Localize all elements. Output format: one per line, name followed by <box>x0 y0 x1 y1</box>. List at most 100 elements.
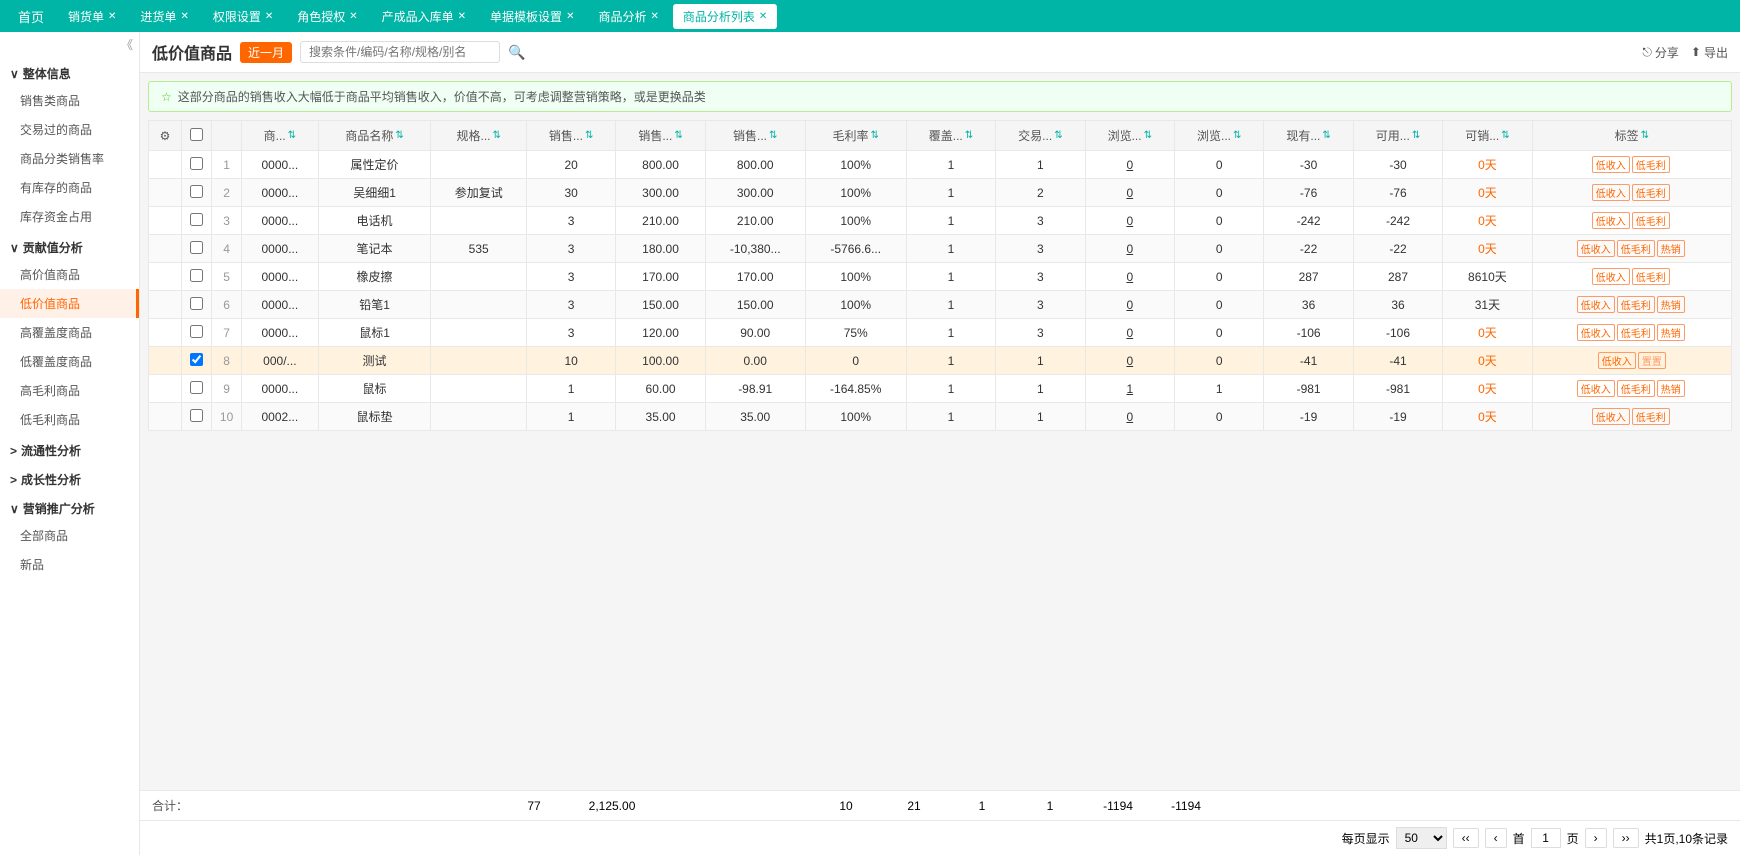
cell-checkbox[interactable] <box>182 235 212 263</box>
sidebar-item-new-products[interactable]: 新品 <box>0 550 139 579</box>
row-checkbox[interactable] <box>190 409 203 422</box>
sidebar-group-contribution[interactable]: ∨ 贡献值分析 <box>0 231 139 260</box>
sidebar-item-stocked-products[interactable]: 有库存的商品 <box>0 173 139 202</box>
row-checkbox[interactable] <box>190 325 203 338</box>
nav-product-analysis[interactable]: 商品分析 ✕ <box>588 4 668 29</box>
nav-close-icon[interactable]: ✕ <box>349 11 357 22</box>
nav-close-icon[interactable]: ✕ <box>265 11 273 22</box>
col-sales-amount[interactable]: 销售...⇅ <box>616 121 705 151</box>
search-input[interactable] <box>300 41 500 63</box>
row-checkbox[interactable] <box>190 297 203 310</box>
nav-permission[interactable]: 权限设置 ✕ <box>203 4 283 29</box>
cell-checkbox[interactable] <box>182 179 212 207</box>
browse1-link[interactable]: 0 <box>1126 410 1133 424</box>
cell-browse1[interactable]: 0 <box>1085 235 1174 263</box>
period-badge[interactable]: 近一月 <box>240 42 292 63</box>
export-button[interactable]: ⬆ 导出 <box>1691 44 1728 61</box>
per-page-select[interactable]: 50 100 <box>1396 827 1447 849</box>
browse1-link[interactable]: 0 <box>1126 214 1133 228</box>
table-container[interactable]: ⚙ 商...⇅ 商品名称⇅ 规 <box>140 120 1740 790</box>
sidebar-group-general[interactable]: ∨ 整体信息 <box>0 57 139 86</box>
row-checkbox[interactable] <box>190 157 203 170</box>
cell-browse1[interactable]: 0 <box>1085 151 1174 179</box>
col-code[interactable]: 商...⇅ <box>242 121 319 151</box>
sidebar-item-traded-products[interactable]: 交易过的商品 <box>0 115 139 144</box>
cell-checkbox[interactable] <box>182 375 212 403</box>
col-transaction[interactable]: 交易...⇅ <box>996 121 1085 151</box>
sidebar-group-growth[interactable]: > 成长性分析 <box>0 463 139 492</box>
row-checkbox[interactable] <box>190 381 203 394</box>
sidebar-item-sales-products[interactable]: 销售类商品 <box>0 86 139 115</box>
share-button[interactable]: ⎋ 分享 <box>1642 44 1679 61</box>
page-input[interactable] <box>1531 828 1561 848</box>
sidebar-item-inventory-capital[interactable]: 库存资金占用 <box>0 202 139 231</box>
select-all-checkbox[interactable] <box>190 128 203 141</box>
cell-checkbox[interactable] <box>182 403 212 431</box>
sidebar-collapse-btn[interactable]: 《 <box>0 32 139 57</box>
row-checkbox[interactable] <box>190 213 203 226</box>
sidebar-group-circulation[interactable]: > 流通性分析 <box>0 434 139 463</box>
nav-product-warehouse[interactable]: 产成品入库单 ✕ <box>372 4 476 29</box>
sidebar-item-category-sales[interactable]: 商品分类销售率 <box>0 144 139 173</box>
sidebar-group-marketing[interactable]: ∨ 营销推广分析 <box>0 492 139 521</box>
nav-close-icon[interactable]: ✕ <box>180 11 188 22</box>
nav-home[interactable]: 首页 <box>8 3 54 30</box>
cell-checkbox[interactable] <box>182 291 212 319</box>
col-gross-margin[interactable]: 毛利率⇅ <box>805 121 906 151</box>
sidebar-item-low-value[interactable]: 低价值商品 <box>0 289 139 318</box>
nav-close-icon[interactable]: ✕ <box>108 11 116 22</box>
search-icon[interactable]: 🔍 <box>508 44 525 61</box>
row-checkbox[interactable] <box>190 353 203 366</box>
nav-product-analysis-list[interactable]: 商品分析列表 ✕ <box>673 4 777 29</box>
col-coverage[interactable]: 覆盖...⇅ <box>906 121 995 151</box>
col-available[interactable]: 可用...⇅ <box>1353 121 1442 151</box>
cell-checkbox[interactable] <box>182 319 212 347</box>
row-checkbox[interactable] <box>190 269 203 282</box>
prev-page-btn[interactable]: ‹ <box>1485 828 1507 848</box>
cell-browse1[interactable]: 0 <box>1085 403 1174 431</box>
sidebar-item-all-products[interactable]: 全部商品 <box>0 521 139 550</box>
col-browse1[interactable]: 浏览...⇅ <box>1085 121 1174 151</box>
first-page-btn[interactable]: ‹‹ <box>1453 828 1479 848</box>
browse1-link[interactable]: 0 <box>1126 242 1133 256</box>
row-checkbox[interactable] <box>190 185 203 198</box>
col-tag[interactable]: 标签⇅ <box>1532 121 1731 151</box>
cell-browse1[interactable]: 1 <box>1085 375 1174 403</box>
browse1-link[interactable]: 1 <box>1126 382 1133 396</box>
cell-checkbox[interactable] <box>182 207 212 235</box>
cell-browse1[interactable]: 0 <box>1085 347 1174 375</box>
nav-close-icon[interactable]: ✕ <box>566 11 574 22</box>
sidebar-item-high-coverage[interactable]: 高覆盖度商品 <box>0 318 139 347</box>
browse1-link[interactable]: 0 <box>1126 326 1133 340</box>
col-spec[interactable]: 规格...⇅ <box>431 121 526 151</box>
cell-browse1[interactable]: 0 <box>1085 319 1174 347</box>
cell-browse1[interactable]: 0 <box>1085 179 1174 207</box>
sidebar-item-low-margin[interactable]: 低毛利商品 <box>0 405 139 434</box>
cell-checkbox[interactable] <box>182 263 212 291</box>
next-page-btn[interactable]: › <box>1585 828 1607 848</box>
col-sellable[interactable]: 可销...⇅ <box>1443 121 1532 151</box>
nav-close-icon[interactable]: ✕ <box>458 11 466 22</box>
row-checkbox[interactable] <box>190 241 203 254</box>
nav-close-icon[interactable]: ✕ <box>650 11 658 22</box>
last-page-btn[interactable]: ›› <box>1613 828 1639 848</box>
cell-checkbox[interactable] <box>182 347 212 375</box>
sidebar-item-low-coverage[interactable]: 低覆盖度商品 <box>0 347 139 376</box>
cell-browse1[interactable]: 0 <box>1085 207 1174 235</box>
col-current-stock[interactable]: 现有...⇅ <box>1264 121 1353 151</box>
browse1-link[interactable]: 0 <box>1126 270 1133 284</box>
col-checkbox[interactable] <box>182 121 212 151</box>
nav-sales-order[interactable]: 销货单 ✕ <box>58 4 126 29</box>
nav-close-icon[interactable]: ✕ <box>759 11 767 22</box>
sidebar-item-high-value[interactable]: 高价值商品 <box>0 260 139 289</box>
browse1-link[interactable]: 0 <box>1126 186 1133 200</box>
nav-template-settings[interactable]: 单据模板设置 ✕ <box>480 4 584 29</box>
cell-checkbox[interactable] <box>182 151 212 179</box>
browse1-link[interactable]: 0 <box>1126 298 1133 312</box>
cell-browse1[interactable]: 0 <box>1085 291 1174 319</box>
cell-browse1[interactable]: 0 <box>1085 263 1174 291</box>
col-sales-profit[interactable]: 销售...⇅ <box>705 121 805 151</box>
col-settings[interactable]: ⚙ <box>149 121 182 151</box>
col-browse2[interactable]: 浏览...⇅ <box>1174 121 1263 151</box>
browse1-link[interactable]: 0 <box>1126 354 1133 368</box>
